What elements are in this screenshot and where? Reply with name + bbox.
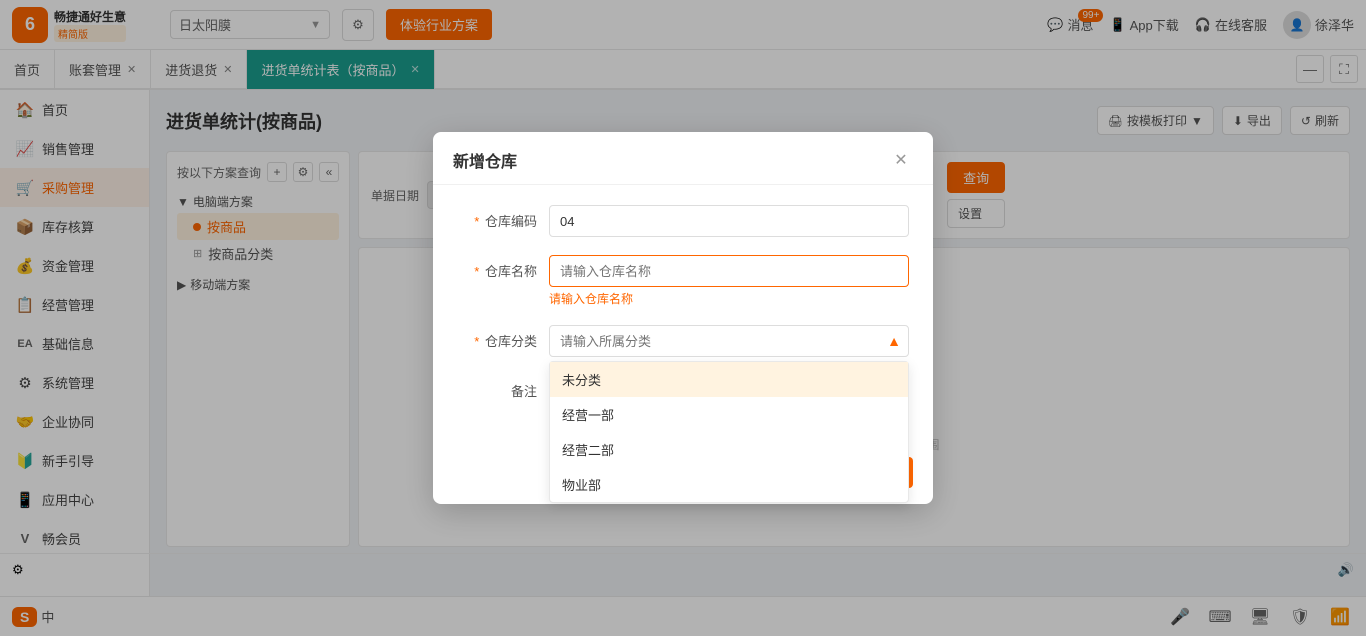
overlay[interactable]: 新增仓库 ✕ * 仓库编码 * 仓库名称: [0, 0, 1366, 636]
form-row-category: * 仓库分类 ▲ 未分类 经营一部 经营二部 物业部: [457, 325, 909, 357]
warehouse-name-label: * 仓库名称: [457, 255, 537, 280]
dialog-new-warehouse: 新增仓库 ✕ * 仓库编码 * 仓库名称: [433, 132, 933, 504]
dropdown-item-dept1[interactable]: 经营一部: [550, 397, 908, 432]
warehouse-name-control: 请输入仓库名称: [549, 255, 909, 307]
dialog-close-button[interactable]: ✕: [889, 148, 913, 172]
dialog-title: 新增仓库: [453, 148, 517, 172]
dropdown-item-unclassified[interactable]: 未分类: [550, 362, 908, 397]
warehouse-name-error: 请输入仓库名称: [549, 290, 909, 307]
warehouse-category-control: ▲ 未分类 经营一部 经营二部 物业部: [549, 325, 909, 357]
dropdown-arrow-icon[interactable]: ▲: [887, 333, 901, 349]
dropdown-item-dept3[interactable]: 物业部: [550, 467, 908, 502]
warehouse-category-label: * 仓库分类: [457, 325, 537, 350]
warehouse-category-input[interactable]: [549, 325, 909, 357]
dialog-body: * 仓库编码 * 仓库名称 请输入仓库名称: [433, 185, 933, 445]
warehouse-code-label: * 仓库编码: [457, 205, 537, 230]
warehouse-name-input[interactable]: [549, 255, 909, 287]
warehouse-code-input[interactable]: [549, 205, 909, 237]
dropdown-item-dept2[interactable]: 经营二部: [550, 432, 908, 467]
note-label: 备注: [457, 375, 537, 400]
dialog-header: 新增仓库 ✕: [433, 132, 933, 185]
required-star-name: *: [474, 264, 479, 279]
required-star: *: [474, 214, 479, 229]
form-row-code: * 仓库编码: [457, 205, 909, 237]
dropdown-list: 未分类 经营一部 经营二部 物业部: [549, 361, 909, 503]
required-star-cat: *: [474, 334, 479, 349]
warehouse-code-control: [549, 205, 909, 237]
form-row-name: * 仓库名称 请输入仓库名称: [457, 255, 909, 307]
